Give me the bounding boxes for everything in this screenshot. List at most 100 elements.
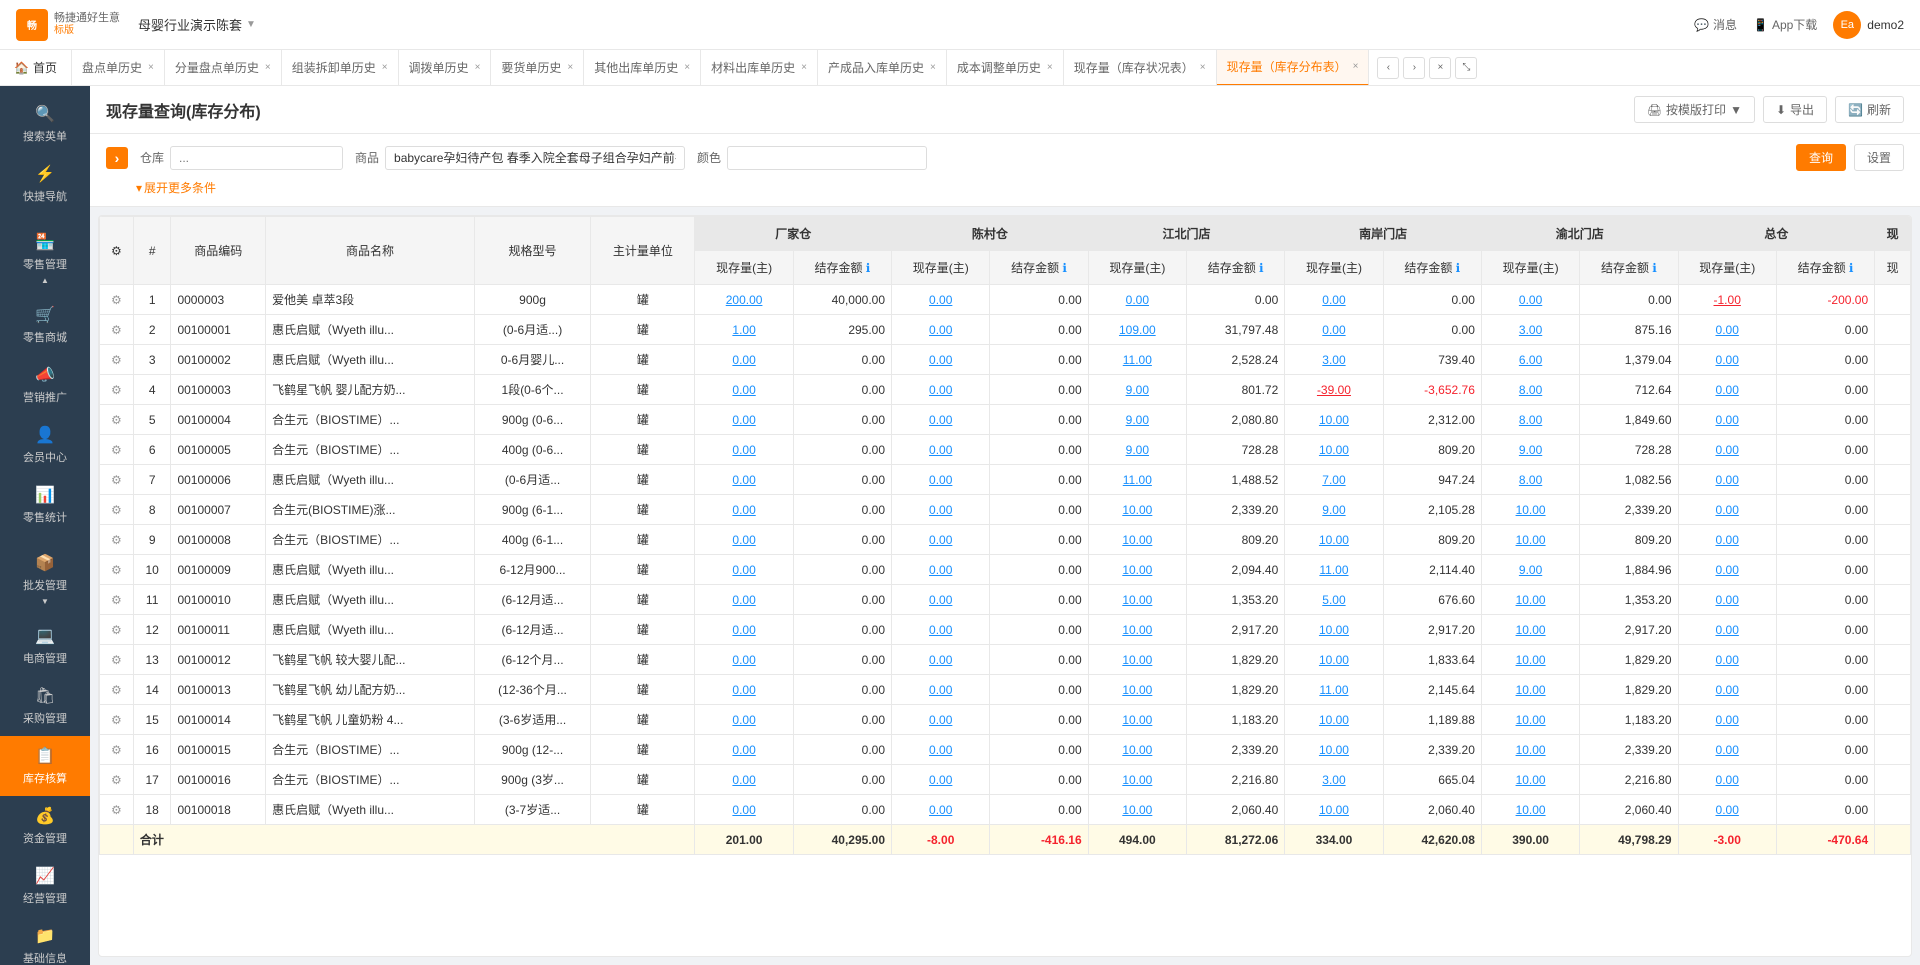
cell-jiangbei-qty[interactable]: 9.00 xyxy=(1088,375,1186,405)
cell-chencun-qty[interactable]: 0.00 xyxy=(892,525,990,555)
cell-nanan-qty[interactable]: 10.00 xyxy=(1285,645,1383,675)
print-button[interactable]: 🖨 按模版打印 ▼ xyxy=(1634,96,1755,123)
cell-chencun-qty[interactable]: 0.00 xyxy=(892,495,990,525)
tab-next-button[interactable]: › xyxy=(1403,57,1425,79)
cell-settings[interactable]: ⚙ xyxy=(100,285,134,315)
cell-settings[interactable]: ⚙ xyxy=(100,375,134,405)
cell-changjiaCun-qty[interactable]: 0.00 xyxy=(695,615,793,645)
cell-total-qty[interactable]: 0.00 xyxy=(1678,495,1776,525)
cell-chencun-qty[interactable]: 0.00 xyxy=(892,765,990,795)
cell-yubei-qty[interactable]: 10.00 xyxy=(1481,615,1579,645)
cell-jiangbei-qty[interactable]: 11.00 xyxy=(1088,465,1186,495)
close-icon[interactable]: × xyxy=(930,62,936,73)
refresh-button[interactable]: 🔄 刷新 xyxy=(1835,96,1904,123)
cell-chencun-qty[interactable]: 0.00 xyxy=(892,465,990,495)
tab-requisition[interactable]: 要货单历史 × xyxy=(491,50,584,86)
tab-stock-list[interactable]: 盘点单历史 × xyxy=(72,50,165,86)
close-icon[interactable]: × xyxy=(684,62,690,73)
cell-changjiaCun-qty[interactable]: 1.00 xyxy=(695,315,793,345)
tab-cost-adjust[interactable]: 成本调整单历史 × xyxy=(947,50,1064,86)
cell-yubei-qty[interactable]: 8.00 xyxy=(1481,465,1579,495)
tab-close-all-button[interactable]: × xyxy=(1429,57,1451,79)
cell-yubei-qty[interactable]: 10.00 xyxy=(1481,585,1579,615)
cell-settings[interactable]: ⚙ xyxy=(100,465,134,495)
filter-toggle-button[interactable]: › xyxy=(106,147,128,169)
cell-total-qty[interactable]: 0.00 xyxy=(1678,705,1776,735)
cell-yubei-qty[interactable]: 10.00 xyxy=(1481,735,1579,765)
cell-settings[interactable]: ⚙ xyxy=(100,615,134,645)
close-icon[interactable]: × xyxy=(567,62,573,73)
cell-nanan-qty[interactable]: 11.00 xyxy=(1285,555,1383,585)
cell-yubei-qty[interactable]: 10.00 xyxy=(1481,675,1579,705)
sidebar-item-retail-stats[interactable]: 📊 零售统计 xyxy=(0,475,90,535)
cell-changjiaCun-qty[interactable]: 0.00 xyxy=(695,735,793,765)
cell-changjiaCun-qty[interactable]: 0.00 xyxy=(695,705,793,735)
cell-total-qty[interactable]: -1.00 xyxy=(1678,285,1776,315)
cell-jiangbei-qty[interactable]: 10.00 xyxy=(1088,645,1186,675)
sidebar-item-wholesale[interactable]: 📦 批发管理 ▼ xyxy=(0,543,90,616)
cell-nanan-qty[interactable]: -39.00 xyxy=(1285,375,1383,405)
cell-jiangbei-qty[interactable]: 10.00 xyxy=(1088,525,1186,555)
goods-input[interactable] xyxy=(385,146,685,170)
cell-total-qty[interactable]: 0.00 xyxy=(1678,315,1776,345)
cell-settings[interactable]: ⚙ xyxy=(100,495,134,525)
cell-settings[interactable]: ⚙ xyxy=(100,435,134,465)
tab-adjust[interactable]: 调拨单历史 × xyxy=(399,50,492,86)
tab-split-stock[interactable]: 分量盘点单历史 × xyxy=(165,50,282,86)
cell-jiangbei-qty[interactable]: 10.00 xyxy=(1088,585,1186,615)
cell-nanan-qty[interactable]: 10.00 xyxy=(1285,435,1383,465)
cell-nanan-qty[interactable]: 5.00 xyxy=(1285,585,1383,615)
export-button[interactable]: ⬇ 导出 xyxy=(1763,96,1827,123)
cell-chencun-qty[interactable]: 0.00 xyxy=(892,585,990,615)
sidebar-item-marketing[interactable]: 📣 营销推广 xyxy=(0,355,90,415)
cell-total-qty[interactable]: 0.00 xyxy=(1678,765,1776,795)
cell-changjiaCun-qty[interactable]: 0.00 xyxy=(695,465,793,495)
cell-total-qty[interactable]: 0.00 xyxy=(1678,645,1776,675)
tab-expand-button[interactable]: ⤡ xyxy=(1455,57,1477,79)
tab-assemble[interactable]: 组装拆卸单历史 × xyxy=(282,50,399,86)
cell-nanan-qty[interactable]: 3.00 xyxy=(1285,765,1383,795)
cell-jiangbei-qty[interactable]: 10.00 xyxy=(1088,705,1186,735)
cell-settings[interactable]: ⚙ xyxy=(100,345,134,375)
message-button[interactable]: 💬 消息 xyxy=(1694,16,1737,33)
tab-product-in[interactable]: 产成品入库单历史 × xyxy=(818,50,947,86)
cell-nanan-qty[interactable]: 10.00 xyxy=(1285,525,1383,555)
cell-settings[interactable]: ⚙ xyxy=(100,555,134,585)
cell-chencun-qty[interactable]: 0.00 xyxy=(892,555,990,585)
cell-total-qty[interactable]: 0.00 xyxy=(1678,375,1776,405)
company-dropdown[interactable]: 母婴行业演示陈套 ▼ xyxy=(138,15,256,34)
cell-jiangbei-qty[interactable]: 10.00 xyxy=(1088,555,1186,585)
cell-total-qty[interactable]: 0.00 xyxy=(1678,525,1776,555)
cell-yubei-qty[interactable]: 3.00 xyxy=(1481,315,1579,345)
cell-changjiaCun-qty[interactable]: 0.00 xyxy=(695,645,793,675)
cell-settings[interactable]: ⚙ xyxy=(100,405,134,435)
cell-settings[interactable]: ⚙ xyxy=(100,795,134,825)
close-icon[interactable]: × xyxy=(1200,62,1206,73)
cell-chencun-qty[interactable]: 0.00 xyxy=(892,285,990,315)
tab-home[interactable]: 🏠 首页 xyxy=(0,50,72,86)
cell-chencun-qty[interactable]: 0.00 xyxy=(892,735,990,765)
cell-jiangbei-qty[interactable]: 10.00 xyxy=(1088,675,1186,705)
cell-changjiaCun-qty[interactable]: 0.00 xyxy=(695,375,793,405)
cell-total-qty[interactable]: 0.00 xyxy=(1678,735,1776,765)
cell-changjiaCun-qty[interactable]: 200.00 xyxy=(695,285,793,315)
cell-nanan-qty[interactable]: 3.00 xyxy=(1285,345,1383,375)
cell-jiangbei-qty[interactable]: 11.00 xyxy=(1088,345,1186,375)
cell-nanan-qty[interactable]: 10.00 xyxy=(1285,615,1383,645)
close-icon[interactable]: × xyxy=(475,62,481,73)
cell-yubei-qty[interactable]: 9.00 xyxy=(1481,435,1579,465)
cell-nanan-qty[interactable]: 9.00 xyxy=(1285,495,1383,525)
cell-total-qty[interactable]: 0.00 xyxy=(1678,465,1776,495)
cell-settings[interactable]: ⚙ xyxy=(100,585,134,615)
cell-changjiaCun-qty[interactable]: 0.00 xyxy=(695,405,793,435)
sidebar-item-member[interactable]: 👤 会员中心 xyxy=(0,415,90,475)
col-settings[interactable]: ⚙ xyxy=(100,217,134,285)
sidebar-item-retail-shop[interactable]: 🛒 零售商城 xyxy=(0,295,90,355)
cell-yubei-qty[interactable]: 10.00 xyxy=(1481,705,1579,735)
tab-other-out[interactable]: 其他出库单历史 × xyxy=(584,50,701,86)
cell-yubei-qty[interactable]: 8.00 xyxy=(1481,375,1579,405)
cell-jiangbei-qty[interactable]: 0.00 xyxy=(1088,285,1186,315)
cell-total-qty[interactable]: 0.00 xyxy=(1678,345,1776,375)
cell-total-qty[interactable]: 0.00 xyxy=(1678,615,1776,645)
sidebar-item-inventory[interactable]: 📋 库存核算 xyxy=(0,736,90,796)
